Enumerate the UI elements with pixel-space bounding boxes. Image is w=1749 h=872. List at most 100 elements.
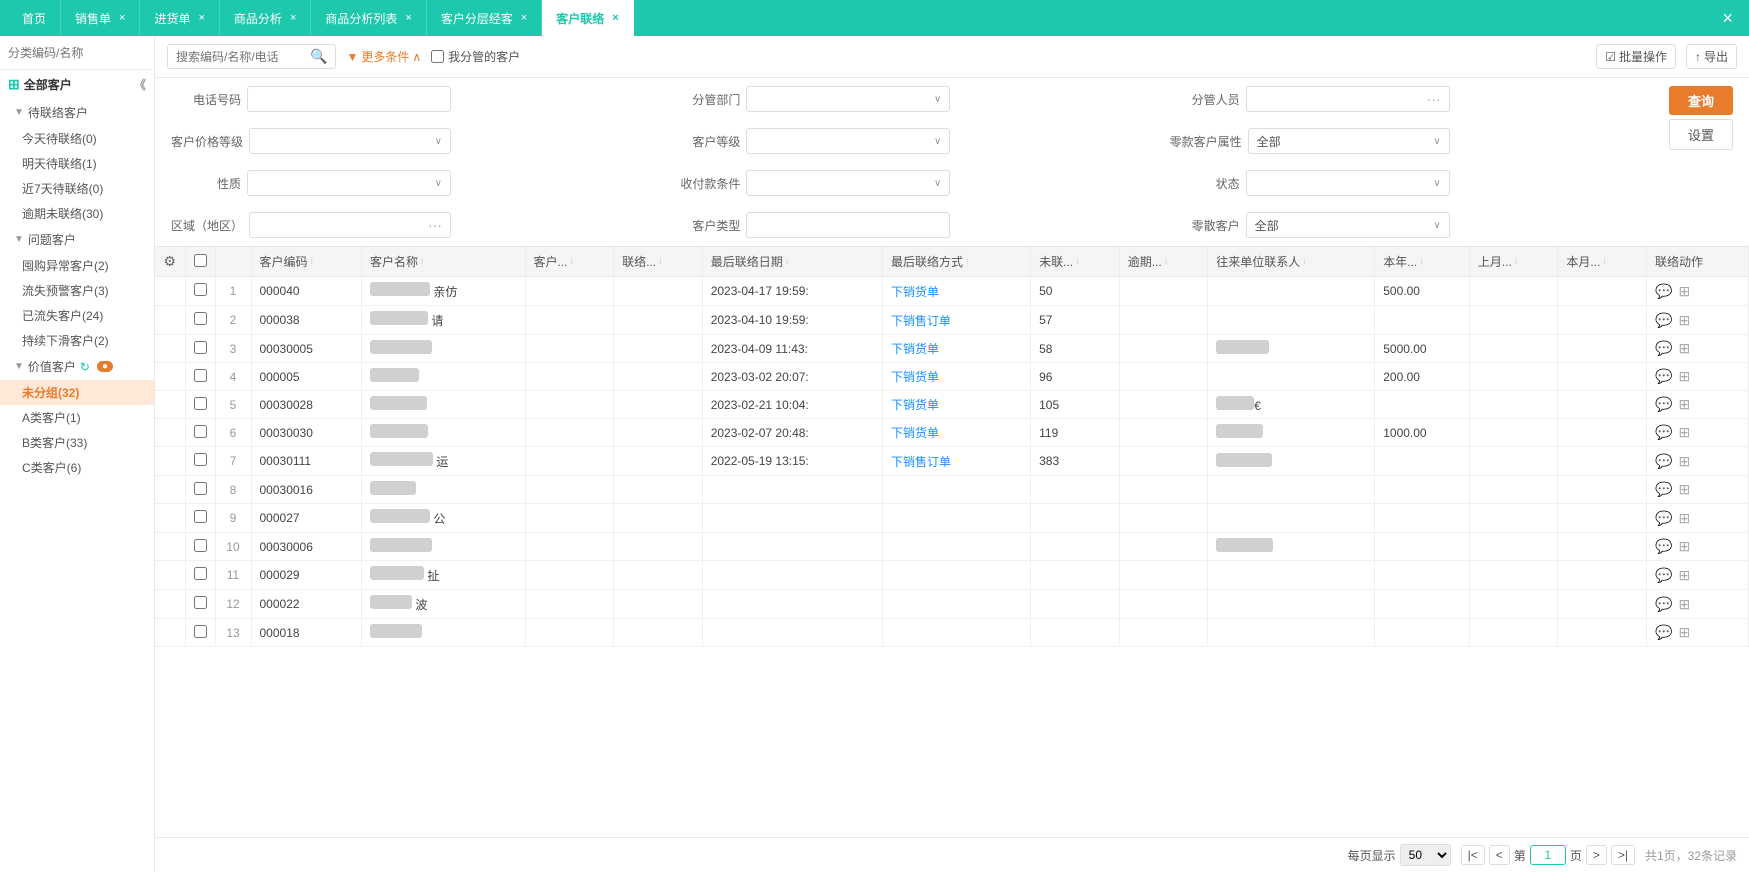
th-last-contact-date[interactable]: 最后联络日期⁝ (702, 247, 882, 277)
row-last-contact-method[interactable] (882, 476, 1030, 504)
zero-stock-attr-select[interactable]: 全部 ∨ (1248, 128, 1450, 154)
nature-select[interactable]: ∨ (247, 170, 451, 196)
grid-action-icon[interactable]: ⊞ (1678, 538, 1690, 555)
th-name[interactable]: 客户名称⁝ (362, 247, 525, 277)
sidebar-collapse-icon[interactable]: 《 (134, 76, 146, 93)
region-select[interactable]: ··· (249, 212, 451, 238)
row-last-contact-method[interactable] (882, 504, 1030, 533)
price-level-select[interactable]: ∨ (249, 128, 451, 154)
batch-ops-button[interactable]: ☑ 批量操作 (1596, 44, 1676, 69)
row-last-contact-method[interactable]: 下销货单 (882, 363, 1030, 391)
nav-close-button[interactable]: × (1714, 8, 1741, 29)
phone-input[interactable] (247, 86, 451, 112)
sidebar-search-input[interactable] (8, 46, 155, 60)
row-checkbox-cell[interactable] (185, 533, 215, 561)
row-checkbox[interactable] (194, 567, 207, 580)
row-checkbox-cell[interactable] (185, 561, 215, 590)
close-customer-contact-tab[interactable]: × (612, 12, 618, 24)
th-this-month[interactable]: 本月...⁝ (1558, 247, 1647, 277)
row-last-contact-method[interactable] (882, 590, 1030, 619)
chat-icon[interactable]: 💬 (1655, 312, 1672, 329)
last-page-button[interactable]: >| (1611, 845, 1635, 865)
row-checkbox[interactable] (194, 397, 207, 410)
customer-level-select[interactable]: ∨ (746, 128, 950, 154)
grid-action-icon[interactable]: ⊞ (1678, 596, 1690, 613)
chat-icon[interactable]: 💬 (1655, 283, 1672, 300)
contact-method-link[interactable]: 下销货单 (891, 342, 939, 356)
sidebar-item-7days-pending[interactable]: 近7天待联络(0) (0, 176, 154, 201)
export-button[interactable]: ↑ 导出 (1686, 44, 1737, 69)
row-last-contact-method[interactable]: 下销售订单 (882, 306, 1030, 335)
sidebar-item-overdue-contact[interactable]: 逾期未联络(30) (0, 201, 154, 226)
sidebar-item-today-pending[interactable]: 今天待联络(0) (0, 126, 154, 151)
grid-action-icon[interactable]: ⊞ (1678, 368, 1690, 385)
th-no-contact[interactable]: 未联...⁝ (1031, 247, 1120, 277)
contact-method-link[interactable]: 下销售订单 (891, 455, 951, 469)
row-checkbox-cell[interactable] (185, 590, 215, 619)
filter-search-icon[interactable]: 🔍 (310, 48, 327, 65)
tab-product-analysis-list[interactable]: 商品分析列表 × (311, 0, 426, 36)
chat-icon[interactable]: 💬 (1655, 510, 1672, 527)
row-checkbox-cell[interactable] (185, 306, 215, 335)
sidebar-item-abnormal-hoarding[interactable]: 囤购异常客户(2) (0, 253, 154, 278)
grid-action-icon[interactable]: ⊞ (1678, 624, 1690, 641)
grid-action-icon[interactable]: ⊞ (1678, 453, 1690, 470)
chat-icon[interactable]: 💬 (1655, 453, 1672, 470)
chat-icon[interactable]: 💬 (1655, 481, 1672, 498)
row-checkbox[interactable] (194, 312, 207, 325)
sidebar-item-class-c[interactable]: C类客户(6) (0, 455, 154, 480)
grid-action-icon[interactable]: ⊞ (1678, 283, 1690, 300)
sidebar-all-customers[interactable]: ⊞ 全部客户 《 (0, 70, 154, 99)
grid-action-icon[interactable]: ⊞ (1678, 424, 1690, 441)
contact-method-link[interactable]: 下销货单 (891, 285, 939, 299)
dept-select[interactable]: ∨ (746, 86, 950, 112)
row-last-contact-method[interactable]: 下销货单 (882, 277, 1030, 306)
grid-action-icon[interactable]: ⊞ (1678, 510, 1690, 527)
zero-customer-select[interactable]: 全部 ∨ (1246, 212, 1450, 238)
row-last-contact-method[interactable]: 下销货单 (882, 391, 1030, 419)
sidebar-item-declining[interactable]: 持续下滑客户(2) (0, 328, 154, 353)
row-checkbox-cell[interactable] (185, 476, 215, 504)
row-checkbox[interactable] (194, 453, 207, 466)
sidebar-group-pending-contact[interactable]: ▼ 待联络客户 (0, 99, 154, 126)
chat-icon[interactable]: 💬 (1655, 368, 1672, 385)
contact-method-link[interactable]: 下销货单 (891, 370, 939, 384)
sidebar-item-tomorrow-pending[interactable]: 明天待联络(1) (0, 151, 154, 176)
th-contact[interactable]: 联络...⁝ (614, 247, 703, 277)
th-category[interactable]: 客户...⁝ (525, 247, 614, 277)
contact-method-link[interactable]: 下销货单 (891, 398, 939, 412)
tab-customer-contact[interactable]: 客户联络 × (542, 0, 633, 36)
th-gear[interactable]: ⚙ (155, 247, 185, 277)
gear-icon[interactable]: ⚙ (163, 253, 176, 269)
row-checkbox[interactable] (194, 539, 207, 552)
row-last-contact-method[interactable]: 下销售订单 (882, 447, 1030, 476)
row-checkbox[interactable] (194, 510, 207, 523)
row-checkbox-cell[interactable] (185, 504, 215, 533)
row-checkbox-cell[interactable] (185, 277, 215, 306)
close-purchase-tab[interactable]: × (198, 12, 204, 24)
row-checkbox-cell[interactable] (185, 391, 215, 419)
row-checkbox-cell[interactable] (185, 619, 215, 647)
reset-button[interactable]: 设置 (1669, 119, 1733, 150)
filter-search-input[interactable] (176, 50, 306, 64)
customer-type-select[interactable] (746, 212, 950, 238)
row-last-contact-method[interactable]: 下销货单 (882, 335, 1030, 363)
th-contact-action[interactable]: 联络动作 (1647, 247, 1749, 277)
reload-icon[interactable]: ↻ (80, 360, 90, 374)
chat-icon[interactable]: 💬 (1655, 340, 1672, 357)
filter-search-box[interactable]: 🔍 (167, 44, 336, 69)
row-checkbox-cell[interactable] (185, 335, 215, 363)
chat-icon[interactable]: 💬 (1655, 424, 1672, 441)
sidebar-item-class-a[interactable]: A类客户(1) (0, 405, 154, 430)
tab-customer-segment[interactable]: 客户分层经客 × (427, 0, 542, 36)
row-checkbox[interactable] (194, 341, 207, 354)
first-page-button[interactable]: |< (1461, 845, 1485, 865)
sidebar-item-class-b[interactable]: B类客户(33) (0, 430, 154, 455)
my-customers-checkbox[interactable]: 我分管的客户 (431, 48, 520, 65)
th-this-year[interactable]: 本年...⁝ (1375, 247, 1470, 277)
sidebar-item-churned[interactable]: 已流失客户(24) (0, 303, 154, 328)
close-sales-tab[interactable]: × (119, 12, 125, 24)
grid-action-icon[interactable]: ⊞ (1678, 312, 1690, 329)
row-checkbox[interactable] (194, 283, 207, 296)
row-last-contact-method[interactable] (882, 561, 1030, 590)
